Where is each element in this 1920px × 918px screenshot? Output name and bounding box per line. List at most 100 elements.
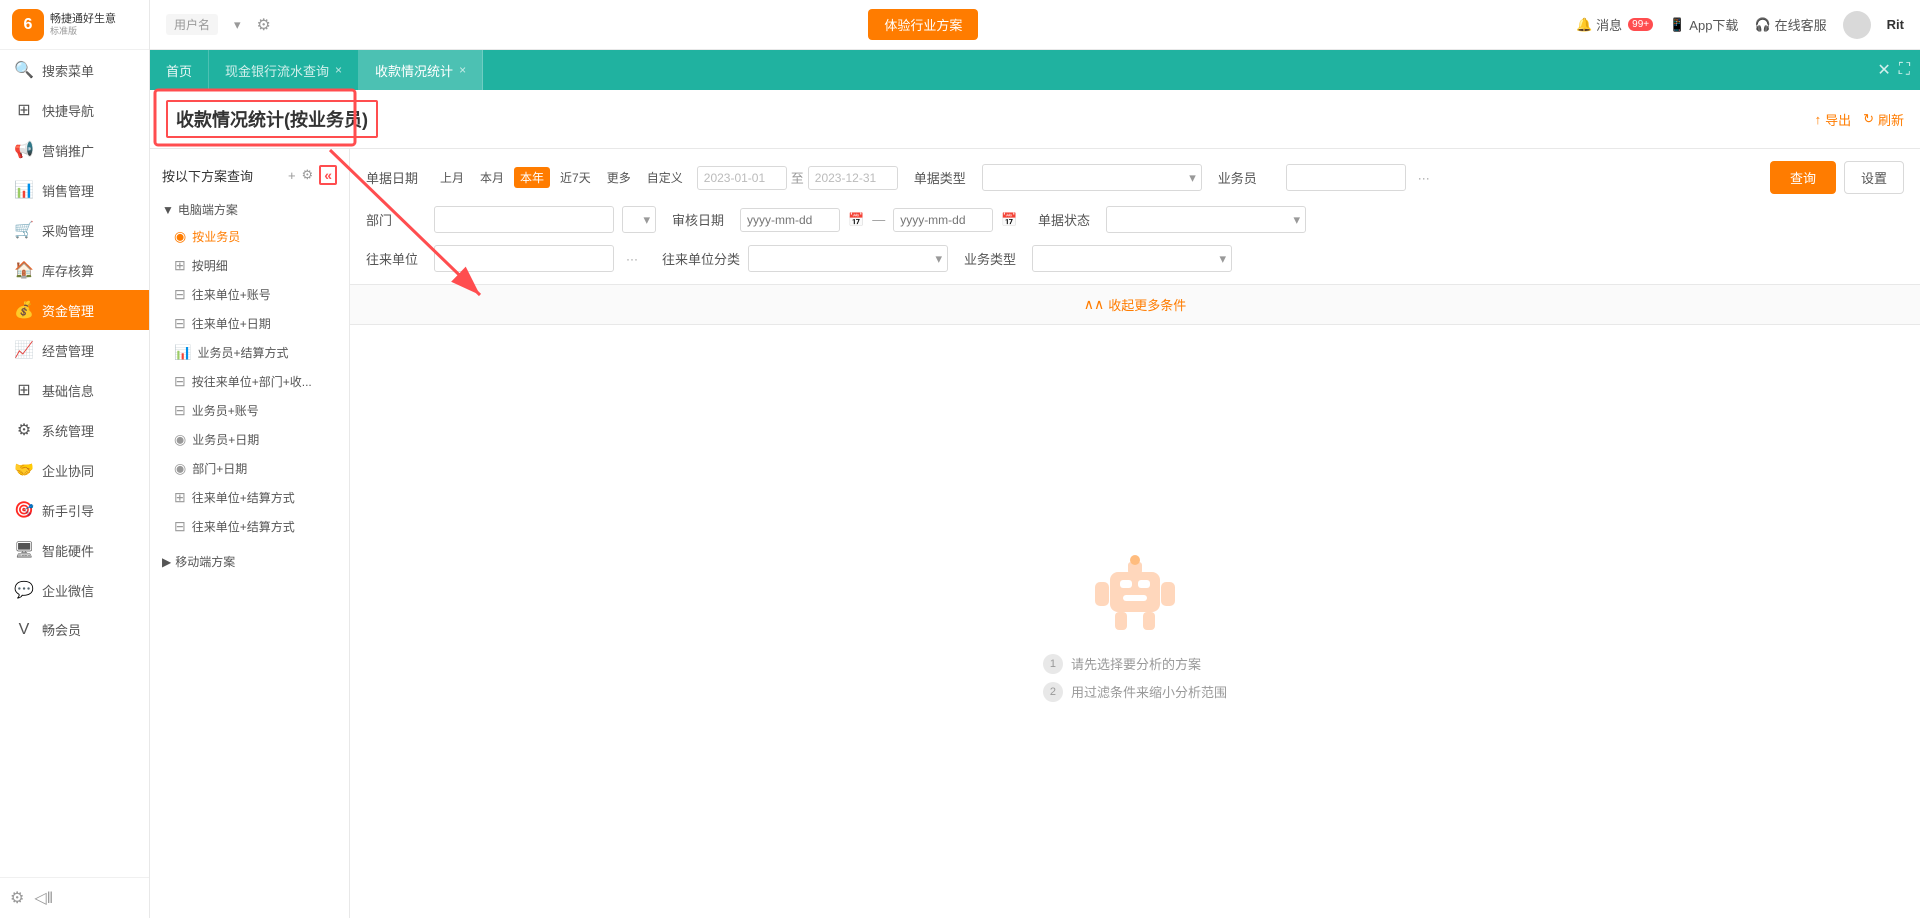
sidebar-item-purchase[interactable]: 🛒 采购管理 [0,210,149,250]
panel-item-by-salesperson[interactable]: ◉ 按业务员 [150,222,349,251]
dept-input[interactable] [434,206,614,233]
sidebar-item-sales[interactable]: 📊 销售管理 [0,170,149,210]
record-type-select[interactable] [982,164,1202,191]
tab-close-all-icon[interactable]: ✕ [1877,60,1890,80]
tab-bank-flow[interactable]: 现金银行流水查询 × [209,50,359,90]
record-status-select-wrapper [1106,206,1306,233]
date-btn-custom[interactable]: 自定义 [641,167,689,188]
refresh-button[interactable]: ↻ 刷新 [1863,110,1904,129]
topbar-dropdown-icon[interactable]: ▾ [234,17,241,33]
sidebar-item-system[interactable]: ⚙ 系统管理 [0,410,149,450]
date-preset-buttons: 上月 本月 本年 近7天 更多 自定义 [434,167,689,188]
partner-input[interactable] [434,245,614,272]
sidebar-item-quicknav[interactable]: ⊞ 快捷导航 [0,90,149,130]
panel-item-salesperson-account[interactable]: ⊟ 业务员+账号 [150,396,349,425]
logo-area: 6 畅捷通好生意 标准版 [0,0,149,50]
date-from-input[interactable] [697,166,787,190]
mobile-section-header[interactable]: ▶ 移动端方案 [150,549,349,574]
partner-payment2-icon: ⊟ [174,518,186,535]
panel-item-dept-date[interactable]: ◉ 部门+日期 [150,454,349,483]
export-button[interactable]: ↑ 导出 [1815,110,1852,129]
empty-step-1: 1 请先选择要分析的方案 [1043,654,1227,674]
date-btn-last-month[interactable]: 上月 [434,167,470,188]
date-to-input[interactable] [808,166,898,190]
sidebar-item-member[interactable]: V 畅会员 [0,610,149,649]
panel-item-by-partner-dept[interactable]: ⊟ 按往来单位+部门+收... [150,367,349,396]
salesperson-date-icon: ◉ [174,431,186,448]
sidebar-item-finance[interactable]: 💰 资金管理 [0,290,149,330]
salesperson-input[interactable] [1286,164,1406,191]
sidebar-item-smarthw[interactable]: 🖥 智能硬件 [0,530,149,570]
partner-category-select[interactable] [748,245,948,272]
sidebar-item-corpcollab[interactable]: 🤝 企业协同 [0,450,149,490]
audit-date-from-input[interactable] [740,208,840,232]
tab-expand-icon[interactable]: ⛶ [1899,61,1910,79]
filter-area: 单据日期 上月 本月 本年 近7天 更多 自定义 至 [350,149,1920,285]
user-avatar[interactable] [1843,11,1871,39]
topbar-settings-icon[interactable]: ⚙ [257,15,271,35]
page-title: 收款情况统计(按业务员) [166,100,378,138]
date-btn-more[interactable]: 更多 [601,167,637,188]
date-btn-this-year[interactable]: 本年 [514,167,550,188]
date-btn-7days[interactable]: 近7天 [554,167,597,188]
settings-button[interactable]: 设置 [1844,161,1904,194]
panel-item-by-detail[interactable]: ⊞ 按明细 [150,251,349,280]
query-button[interactable]: 查询 [1770,161,1836,194]
filter-row-3: 往来单位 ··· 往来单位分类 业务类型 [366,245,1904,272]
panel-item-partner-payment[interactable]: ⊞ 往来单位+结算方式 [150,483,349,512]
app-download-item[interactable]: 📱 App下载 [1669,15,1738,34]
record-status-select[interactable] [1106,206,1306,233]
notification-icon: 🔔 [1576,17,1592,33]
corpcollab-icon: 🤝 [14,460,34,480]
sidebar-item-search[interactable]: 🔍 搜索菜单 [0,50,149,90]
collapse-sidebar-icon[interactable]: ◁‖ [34,888,53,908]
filter-partner-category-item: 往来单位分类 [662,245,948,272]
filter-date-item: 单据日期 上月 本月 本年 近7天 更多 自定义 至 [366,166,898,190]
panel-add-icon[interactable]: + [288,168,296,183]
online-service-item[interactable]: 🎧 在线客服 [1754,15,1826,34]
tab-bank-flow-close[interactable]: × [335,63,342,77]
sidebar-item-beginner[interactable]: 🎯 新手引导 [0,490,149,530]
collapse-chevron-icon: ∧∧ [1084,296,1105,313]
panel-item-partner-account[interactable]: ⊟ 往来单位+账号 [150,280,349,309]
partner-more-icon[interactable]: ··· [622,252,642,266]
sidebar-item-marketing[interactable]: 📢 营销推广 [0,130,149,170]
salesperson-payment-icon: 📊 [174,344,191,361]
collapse-bar[interactable]: ∧∧ 收起更多条件 [350,285,1920,325]
operation-icon: 📈 [14,340,34,360]
tab-home[interactable]: 首页 [150,50,209,90]
tab-collection-stats-close[interactable]: × [459,63,466,77]
notification-badge: 99+ [1628,18,1653,31]
main-area: 用户名 ▾ ⚙ 体验行业方案 🔔 消息 99+ 📱 App下载 🎧 在线客服 R… [150,0,1920,918]
panel-collapse-icon[interactable]: « [319,165,337,185]
audit-date-separator: — [872,212,885,227]
notification-item[interactable]: 🔔 消息 99+ [1576,15,1653,34]
panel-settings-icon[interactable]: ⚙ [302,167,314,183]
settings-bottom-icon[interactable]: ⚙ [10,888,24,908]
filter-row-1: 单据日期 上月 本月 本年 近7天 更多 自定义 至 [366,161,1904,194]
date-btn-this-month[interactable]: 本月 [474,167,510,188]
panel-item-salesperson-payment[interactable]: 📊 业务员+结算方式 [150,338,349,367]
panel-item-partner-date[interactable]: ⊟ 往来单位+日期 [150,309,349,338]
panel-item-salesperson-date[interactable]: ◉ 业务员+日期 [150,425,349,454]
sidebar-item-inventory[interactable]: 🏠 库存核算 [0,250,149,290]
panel-item-partner-payment2[interactable]: ⊟ 往来单位+结算方式 [150,512,349,541]
headset-icon: 🎧 [1754,17,1770,33]
pc-section-header[interactable]: ▼ 电脑端方案 [150,197,349,222]
member-icon: V [14,621,34,639]
dept-select[interactable] [622,206,656,233]
salesperson-more-icon[interactable]: ··· [1414,171,1434,185]
sidebar-item-basicinfo[interactable]: ⊞ 基础信息 [0,370,149,410]
audit-date-calendar-icon[interactable]: 📅 [848,212,864,228]
basicinfo-icon: ⊞ [14,380,34,400]
tab-collection-stats[interactable]: 收款情况统计 × [359,50,483,90]
topbar: 用户名 ▾ ⚙ 体验行业方案 🔔 消息 99+ 📱 App下载 🎧 在线客服 R… [150,0,1920,50]
business-type-select[interactable] [1032,245,1232,272]
topbar-actions: 体验行业方案 [868,9,978,40]
sidebar-item-corpwechat[interactable]: 💬 企业微信 [0,570,149,610]
audit-date-calendar2-icon[interactable]: 📅 [1001,212,1017,228]
trial-button[interactable]: 体验行业方案 [868,9,978,40]
mobile-section: ▶ 移动端方案 [150,545,349,578]
audit-date-to-input[interactable] [893,208,993,232]
sidebar-item-operation[interactable]: 📈 经营管理 [0,330,149,370]
